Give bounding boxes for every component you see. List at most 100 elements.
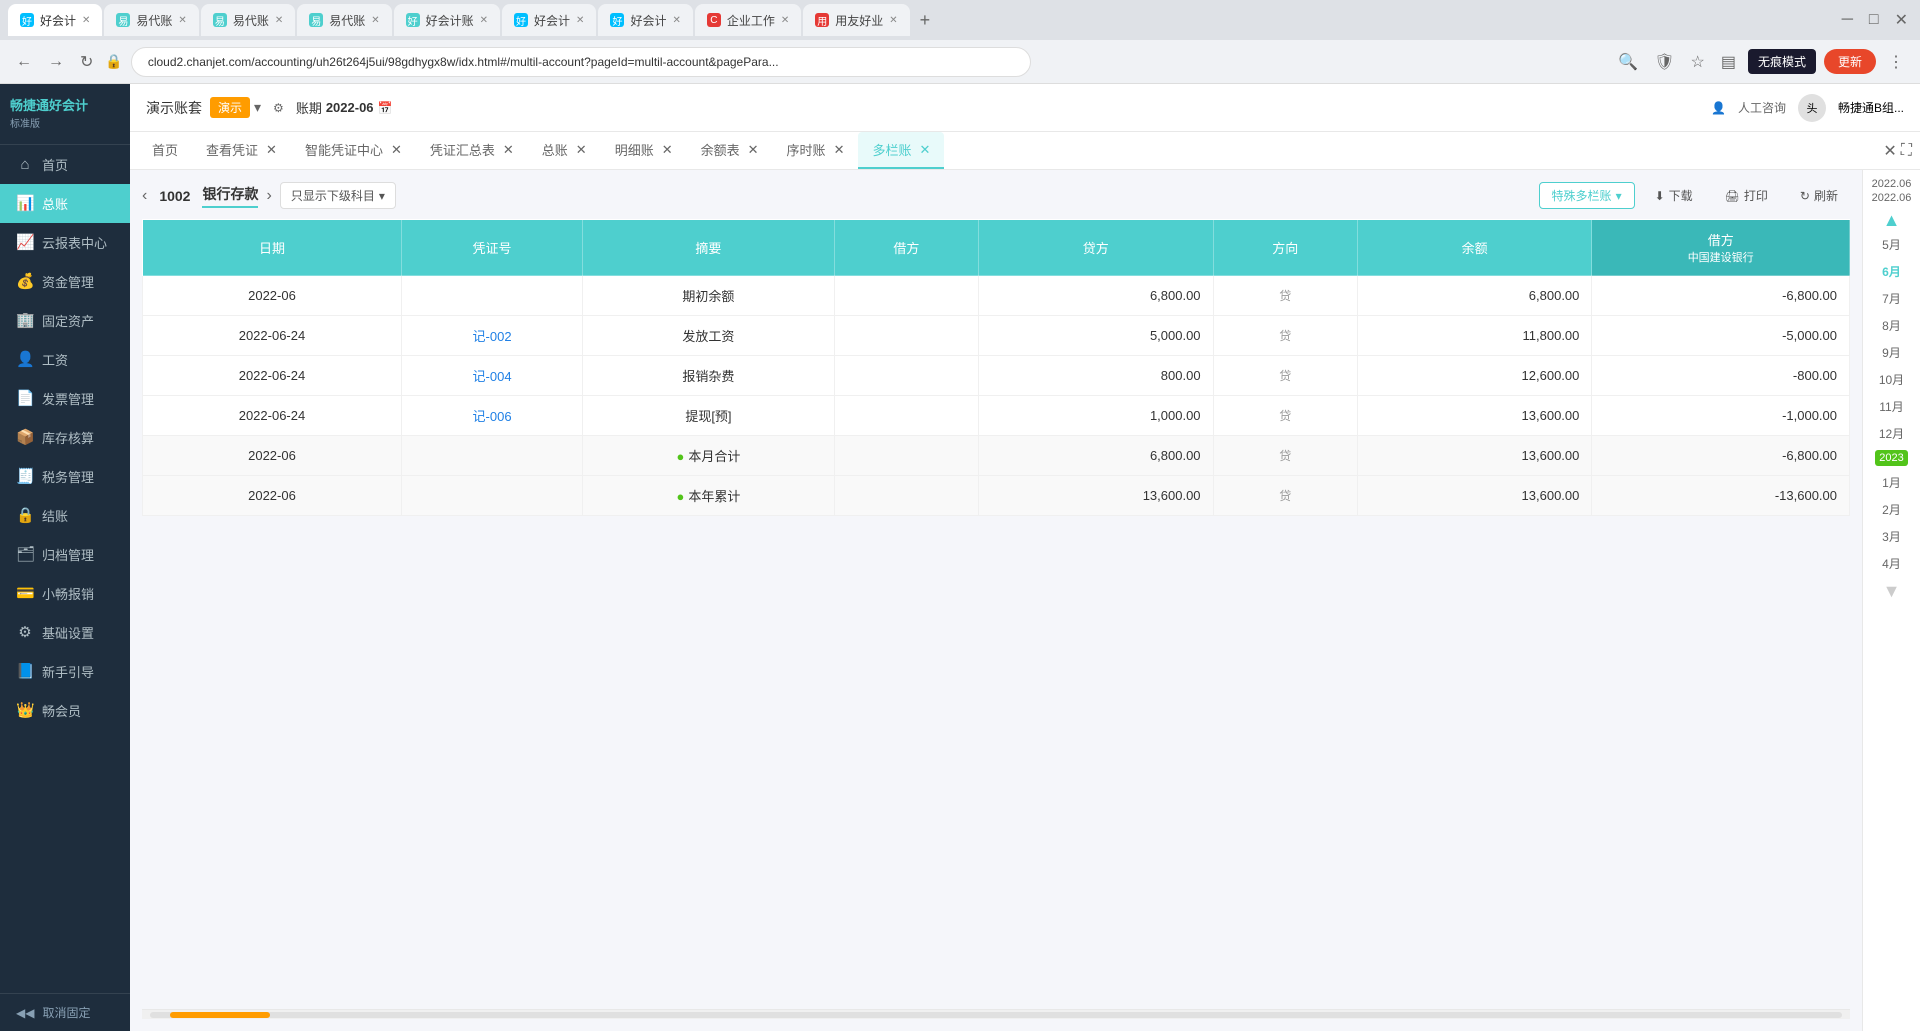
- month-july[interactable]: 7月: [1863, 285, 1920, 312]
- page-tab-voucher[interactable]: 查看凭证 ✕: [192, 132, 291, 169]
- consultation-label[interactable]: 人工咨询: [1738, 99, 1786, 116]
- browser-tab-8[interactable]: C 企业工作 ✕: [695, 4, 801, 36]
- sidebar-item-fund[interactable]: 💰 资金管理: [0, 262, 130, 301]
- browser-tab-6[interactable]: 好 好会计 ✕: [502, 4, 596, 36]
- tab-4-close[interactable]: ✕: [480, 15, 488, 26]
- page-tab-detail[interactable]: 明细账 ✕: [601, 132, 687, 169]
- page-tab-home[interactable]: 首页: [138, 132, 192, 169]
- browser-tab-4[interactable]: 好 好会计账 ✕: [394, 4, 500, 36]
- special-multicolumn-button[interactable]: 特殊多栏账 ▾: [1539, 182, 1635, 209]
- settings-icon-header[interactable]: ⚙: [273, 101, 284, 115]
- sidebar-item-archive[interactable]: 🗂 归档管理: [0, 535, 130, 574]
- page-tab-sequence[interactable]: 序时账 ✕: [773, 132, 859, 169]
- page-tab-summary[interactable]: 凭证汇总表 ✕: [416, 132, 528, 169]
- page-tab-smart-close[interactable]: ✕: [391, 142, 402, 158]
- sidebar-item-invoice[interactable]: 📄 发票管理: [0, 379, 130, 418]
- browser-tab-5[interactable]: 好 好会计 ✕: [8, 4, 102, 36]
- reload-button[interactable]: ↻: [76, 48, 97, 76]
- sidebar-item-settings[interactable]: ⚙ 基础设置: [0, 613, 130, 652]
- tab-5-close[interactable]: ✕: [82, 15, 90, 26]
- page-tab-sequence-close[interactable]: ✕: [834, 142, 845, 158]
- month-mar[interactable]: 3月: [1863, 523, 1920, 550]
- expand-button[interactable]: ⛶: [1901, 141, 1912, 161]
- page-tab-balance-close[interactable]: ✕: [748, 142, 759, 158]
- page-tab-general[interactable]: 总账 ✕: [528, 132, 601, 169]
- td-voucher-2[interactable]: 记-004: [401, 356, 582, 396]
- search-button[interactable]: 🔍: [1614, 48, 1642, 76]
- dropdown-icon[interactable]: ▾: [254, 99, 261, 116]
- sidebar-item-expense[interactable]: 💳 小畅报销: [0, 574, 130, 613]
- sidebar-item-home[interactable]: ⌂ 首页: [0, 145, 130, 184]
- sidebar-item-guide[interactable]: 📘 新手引导: [0, 652, 130, 691]
- update-button[interactable]: 更新: [1824, 49, 1876, 74]
- sidebar-toggle-button[interactable]: ▤: [1717, 48, 1740, 76]
- tab-8-close[interactable]: ✕: [781, 15, 789, 26]
- td-voucher-1[interactable]: 记-002: [401, 316, 582, 356]
- scroll-thumb[interactable]: [170, 1012, 270, 1018]
- sidebar-item-tax[interactable]: 🧾 税务管理: [0, 457, 130, 496]
- shield-button[interactable]: 🛡: [1650, 48, 1678, 76]
- unpin-button[interactable]: ◀◀ 取消固定: [0, 994, 130, 1031]
- browser-tab-2[interactable]: 易 易代账 ✕: [201, 4, 295, 36]
- refresh-button[interactable]: ↻ 刷新: [1788, 183, 1850, 208]
- browser-tab-7[interactable]: 好 好会计 ✕: [598, 4, 692, 36]
- calendar-icon[interactable]: 📅: [378, 101, 393, 115]
- month-nov[interactable]: 11月: [1863, 393, 1920, 420]
- sidebar-item-salary[interactable]: 👤 工资: [0, 340, 130, 379]
- sidebar-item-asset[interactable]: 🏢 固定资产: [0, 301, 130, 340]
- table-container[interactable]: 日期 凭证号 摘要 借方 贷方 方向 余额 借方 中国建设银行: [142, 219, 1850, 1009]
- browser-tab-9[interactable]: 用 用友好业 ✕: [803, 4, 909, 36]
- month-june[interactable]: 6月: [1863, 258, 1920, 285]
- month-feb[interactable]: 2月: [1863, 496, 1920, 523]
- month-oct[interactable]: 10月: [1863, 366, 1920, 393]
- next-account-button[interactable]: ›: [266, 187, 271, 205]
- td-voucher-3[interactable]: 记-006: [401, 396, 582, 436]
- address-input[interactable]: [131, 47, 1031, 77]
- browser-tab-1[interactable]: 易 易代账 ✕: [104, 4, 198, 36]
- forward-button[interactable]: →: [44, 49, 68, 75]
- collapse-right-button[interactable]: ✕: [1883, 141, 1896, 161]
- tab-9-close[interactable]: ✕: [889, 15, 897, 26]
- close-window-button[interactable]: ✕: [1891, 6, 1912, 34]
- month-aug[interactable]: 8月: [1863, 312, 1920, 339]
- page-tab-balance[interactable]: 余额表 ✕: [687, 132, 773, 169]
- sidebar-item-close[interactable]: 🔒 结账: [0, 496, 130, 535]
- page-tab-general-close[interactable]: ✕: [576, 142, 587, 158]
- new-tab-button[interactable]: +: [912, 6, 939, 35]
- tab-2-close[interactable]: ✕: [275, 15, 283, 26]
- month-down-icon[interactable]: ▼: [1883, 581, 1901, 602]
- month-sep[interactable]: 9月: [1863, 339, 1920, 366]
- month-may[interactable]: 5月: [1863, 231, 1920, 258]
- download-button[interactable]: ⬇ 下载: [1643, 183, 1705, 208]
- print-button[interactable]: 🖨 打印: [1713, 183, 1780, 208]
- month-apr[interactable]: 4月: [1863, 550, 1920, 577]
- month-up-icon[interactable]: ▲: [1883, 210, 1901, 231]
- sidebar-item-report[interactable]: 📈 云报表中心: [0, 223, 130, 262]
- filter-subcategory-button[interactable]: 只显示下级科目 ▾: [280, 182, 396, 209]
- month-dec[interactable]: 12月: [1863, 420, 1920, 447]
- month-jan[interactable]: 1月: [1863, 469, 1920, 496]
- page-tab-voucher-close[interactable]: ✕: [266, 142, 277, 158]
- maximize-button[interactable]: □: [1865, 7, 1883, 33]
- tab-3-close[interactable]: ✕: [371, 15, 379, 26]
- menu-button[interactable]: ⋮: [1884, 48, 1908, 76]
- sidebar-item-inventory[interactable]: 📦 库存核算: [0, 418, 130, 457]
- bottom-scrollbar[interactable]: [142, 1009, 1850, 1019]
- page-tab-multicolumn[interactable]: 多栏账 ✕: [858, 132, 944, 169]
- page-tab-smart[interactable]: 智能凭证中心 ✕: [291, 132, 416, 169]
- minimize-button[interactable]: ─: [1838, 7, 1857, 33]
- prev-account-button[interactable]: ‹: [142, 187, 147, 205]
- page-tab-summary-close[interactable]: ✕: [503, 142, 514, 158]
- tab-1-close[interactable]: ✕: [178, 15, 186, 26]
- star-button[interactable]: ☆: [1687, 48, 1709, 76]
- wuhen-button[interactable]: 无痕模式: [1748, 49, 1816, 74]
- sidebar-item-ledger[interactable]: 📊 总账: [0, 184, 130, 223]
- page-tab-detail-close[interactable]: ✕: [662, 142, 673, 158]
- tab-7-close[interactable]: ✕: [672, 15, 680, 26]
- year-2023-badge[interactable]: 2023: [1875, 450, 1907, 466]
- page-tab-multicolumn-close[interactable]: ✕: [919, 142, 930, 158]
- back-button[interactable]: ←: [12, 49, 36, 75]
- sidebar-item-member[interactable]: 👑 畅会员: [0, 691, 130, 730]
- tab-6-close[interactable]: ✕: [576, 15, 584, 26]
- browser-tab-3[interactable]: 易 易代账 ✕: [297, 4, 391, 36]
